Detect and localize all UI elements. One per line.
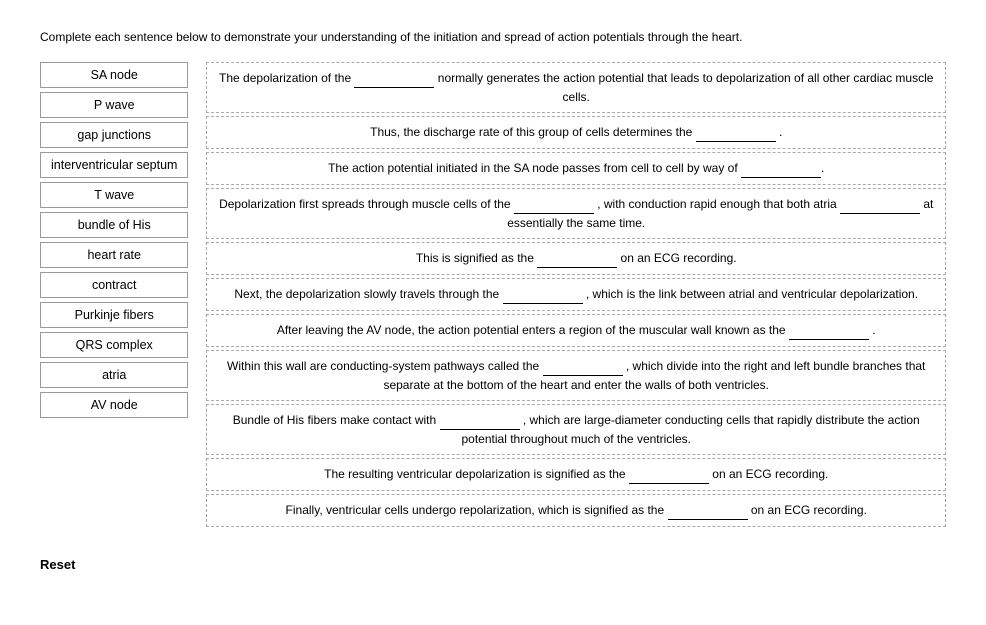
word-item[interactable]: interventricular septum [40, 152, 188, 178]
sentence-box: Depolarization first spreads through mus… [206, 188, 946, 239]
sentences-column: The depolarization of the normally gener… [206, 62, 946, 527]
word-item[interactable]: heart rate [40, 242, 188, 268]
word-bank: SA node P wave gap junctions interventricul… [40, 62, 188, 418]
sentence-box: After leaving the AV node, the action po… [206, 314, 946, 347]
word-item[interactable]: QRS complex [40, 332, 188, 358]
fill-blank[interactable] [741, 159, 821, 178]
word-item[interactable]: T wave [40, 182, 188, 208]
fill-blank[interactable] [789, 321, 869, 340]
fill-blank[interactable] [514, 195, 594, 214]
sentence-box: The action potential initiated in the SA… [206, 152, 946, 185]
word-item[interactable]: atria [40, 362, 188, 388]
fill-blank[interactable] [537, 249, 617, 268]
word-item[interactable]: contract [40, 272, 188, 298]
main-layout: SA node P wave gap junctions interventricul… [40, 62, 946, 527]
sentence-box: Bundle of His fibers make contact with ,… [206, 404, 946, 455]
sentence-box: Thus, the discharge rate of this group o… [206, 116, 946, 149]
fill-blank[interactable] [668, 501, 748, 520]
fill-blank[interactable] [629, 465, 709, 484]
word-item[interactable]: gap junctions [40, 122, 188, 148]
reset-button[interactable]: Reset [40, 557, 75, 572]
word-item[interactable]: AV node [40, 392, 188, 418]
word-item[interactable]: SA node [40, 62, 188, 88]
sentence-box: Next, the depolarization slowly travels … [206, 278, 946, 311]
sentence-box: The resulting ventricular depolarization… [206, 458, 946, 491]
instructions: Complete each sentence below to demonstr… [40, 30, 820, 44]
fill-blank[interactable] [440, 411, 520, 430]
fill-blank[interactable] [503, 285, 583, 304]
fill-blank[interactable] [354, 69, 434, 88]
fill-blank[interactable] [840, 195, 920, 214]
fill-blank[interactable] [543, 357, 623, 376]
sentence-box: Within this wall are conducting-system p… [206, 350, 946, 401]
sentence-box: Finally, ventricular cells undergo repol… [206, 494, 946, 527]
word-item[interactable]: P wave [40, 92, 188, 118]
sentence-box: This is signified as the on an ECG recor… [206, 242, 946, 275]
sentence-box: The depolarization of the normally gener… [206, 62, 946, 113]
fill-blank[interactable] [696, 123, 776, 142]
word-item[interactable]: Purkinje fibers [40, 302, 188, 328]
word-item[interactable]: bundle of His [40, 212, 188, 238]
